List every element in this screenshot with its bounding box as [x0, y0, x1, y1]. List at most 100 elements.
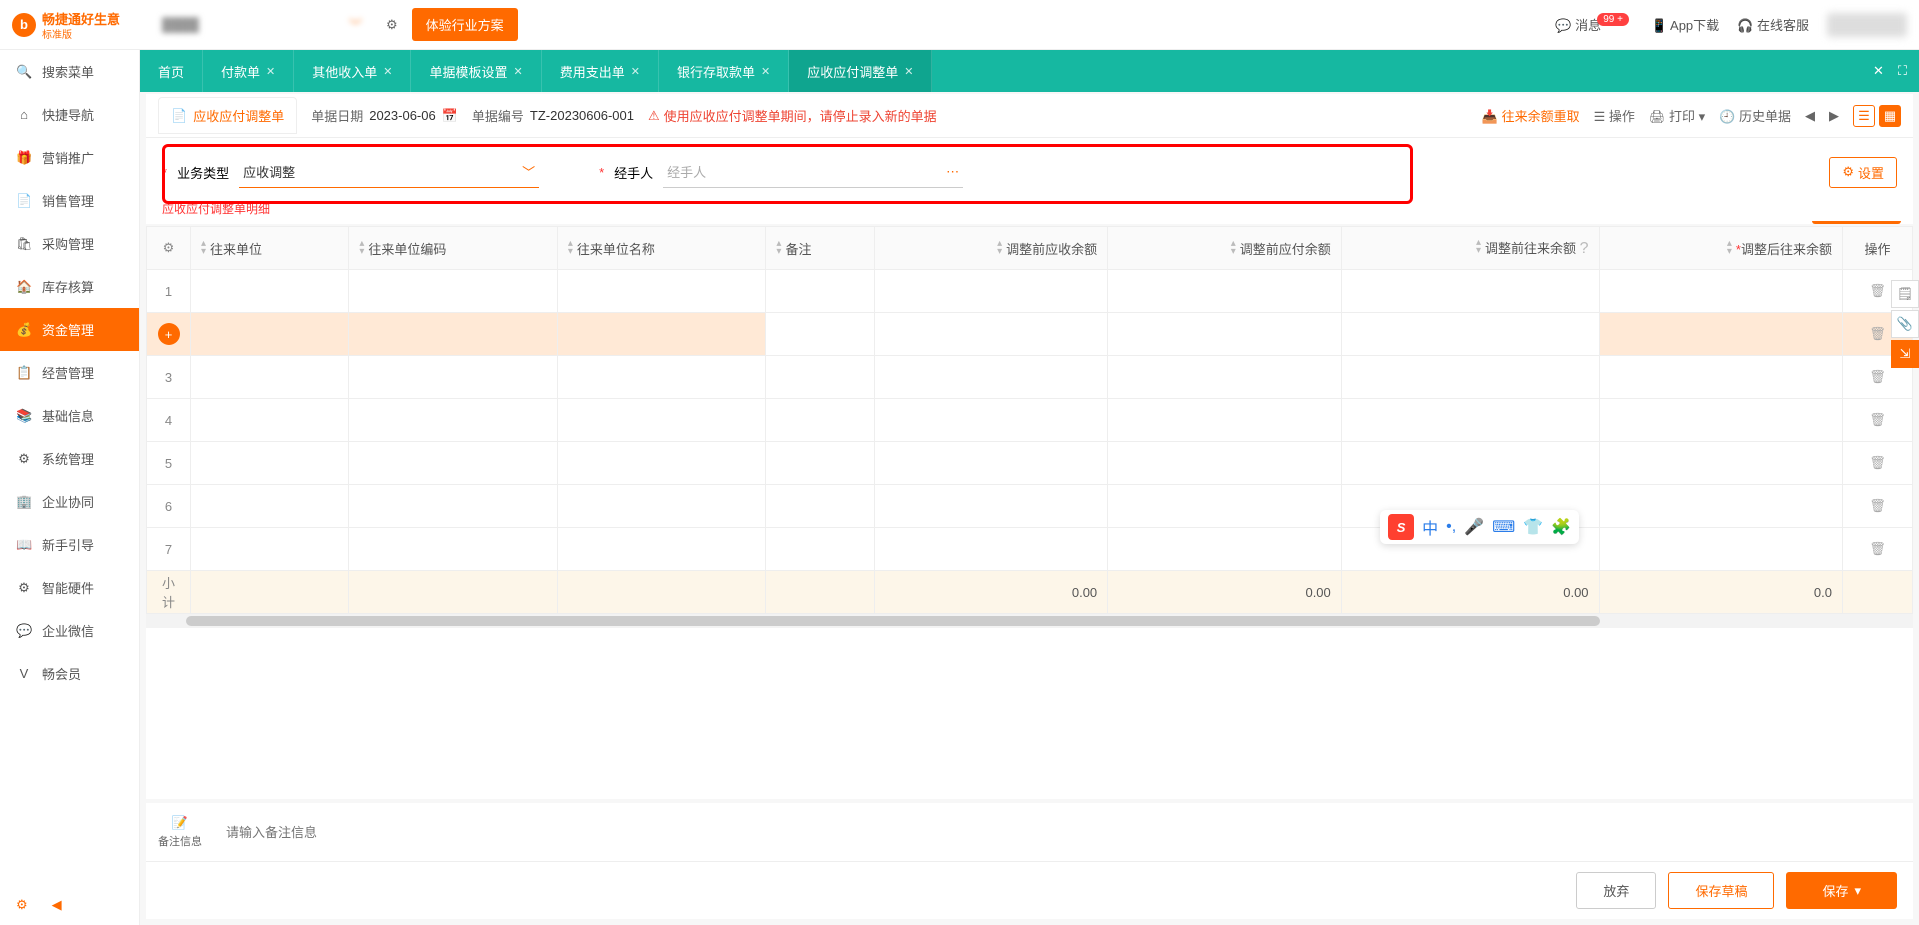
select-unit-button[interactable]: 选往来单位: [1812, 221, 1901, 224]
gear-icon[interactable]: ⚙: [386, 17, 398, 33]
sidebar-item-1[interactable]: ⌂快捷导航: [0, 93, 139, 136]
table-row[interactable]: 3🗑: [147, 356, 1913, 399]
try-industry-button[interactable]: 体验行业方案: [412, 8, 518, 41]
col-header-6[interactable]: ▴▾调整前往来余额 ?: [1341, 227, 1599, 270]
cell[interactable]: [1108, 313, 1342, 356]
print-dropdown[interactable]: 🖨 打印 ▾: [1649, 106, 1705, 125]
cell[interactable]: [349, 442, 558, 485]
cell[interactable]: [191, 399, 349, 442]
table-row[interactable]: 7🗑: [147, 528, 1913, 571]
help-icon[interactable]: ?: [1580, 240, 1589, 257]
table-row[interactable]: 1🗑: [147, 270, 1913, 313]
cell[interactable]: [766, 442, 874, 485]
ime-keyboard-icon[interactable]: ⌨: [1492, 517, 1515, 537]
cell[interactable]: [557, 356, 766, 399]
store-selector[interactable]: ████﹀: [152, 10, 372, 40]
delete-row-icon[interactable]: 🗑: [1843, 485, 1913, 528]
sidebar-item-9[interactable]: ⚙系统管理: [0, 437, 139, 480]
cell[interactable]: [766, 399, 874, 442]
collapse-icon[interactable]: ◀: [52, 897, 62, 913]
ime-mic-icon[interactable]: 🎤: [1464, 517, 1484, 537]
view-grid-icon[interactable]: ▦: [1879, 105, 1901, 127]
cell[interactable]: [191, 356, 349, 399]
expand-icon[interactable]: ⇲: [1891, 340, 1919, 368]
col-header-1[interactable]: ▴▾往来单位编码: [349, 227, 558, 270]
cell[interactable]: [557, 528, 766, 571]
cell[interactable]: [557, 270, 766, 313]
sort-icon[interactable]: ▴▾: [1727, 240, 1732, 256]
sidebar-item-3[interactable]: 📄销售管理: [0, 179, 139, 222]
delete-row-icon[interactable]: 🗑: [1843, 399, 1913, 442]
handler-input[interactable]: 经手人⋯: [663, 156, 963, 188]
online-service-link[interactable]: 🎧 在线客服: [1737, 15, 1809, 34]
tab-4[interactable]: 费用支出单✕: [542, 50, 659, 92]
note-icon[interactable]: 🗒: [1891, 280, 1919, 308]
cell[interactable]: [1599, 485, 1842, 528]
sidebar-item-8[interactable]: 📚基础信息: [0, 394, 139, 437]
sidebar-item-14[interactable]: V畅会员: [0, 652, 139, 695]
operations-dropdown[interactable]: ☰ 操作: [1594, 106, 1635, 125]
cell[interactable]: [191, 528, 349, 571]
sidebar-item-5[interactable]: 🏠库存核算: [0, 265, 139, 308]
cell[interactable]: [557, 399, 766, 442]
cell[interactable]: [874, 399, 1108, 442]
history-link[interactable]: 🕘 历史单据: [1719, 106, 1791, 125]
prev-icon[interactable]: ◀: [1805, 108, 1815, 124]
sort-icon[interactable]: ▴▾: [568, 240, 573, 256]
col-header-5[interactable]: ▴▾调整前应付余额: [1108, 227, 1342, 270]
tab-1[interactable]: 付款单✕: [203, 50, 294, 92]
tab-2[interactable]: 其他收入单✕: [294, 50, 411, 92]
tab-0[interactable]: 首页: [140, 50, 203, 92]
sort-icon[interactable]: ▴▾: [776, 240, 781, 256]
biz-type-select[interactable]: 应收调整﹀: [239, 156, 539, 188]
cell[interactable]: [349, 313, 558, 356]
settings-button[interactable]: ⚙ 设置: [1829, 157, 1897, 188]
close-icon[interactable]: ✕: [266, 65, 275, 78]
sidebar-item-0[interactable]: 🔍搜索菜单: [0, 50, 139, 93]
cell[interactable]: [766, 485, 874, 528]
cell[interactable]: [191, 313, 349, 356]
cell[interactable]: [1341, 270, 1599, 313]
horizontal-scrollbar[interactable]: [146, 614, 1913, 628]
cell[interactable]: [349, 485, 558, 528]
sidebar-item-2[interactable]: 🎁营销推广: [0, 136, 139, 179]
cell[interactable]: [191, 270, 349, 313]
cell[interactable]: [1599, 356, 1842, 399]
cell[interactable]: [349, 270, 558, 313]
cell[interactable]: [1599, 313, 1842, 356]
col-header-7[interactable]: ▴▾*调整后往来余额: [1599, 227, 1842, 270]
cell[interactable]: [766, 356, 874, 399]
sidebar-item-7[interactable]: 📋经营管理: [0, 351, 139, 394]
sidebar-item-12[interactable]: ⚙智能硬件: [0, 566, 139, 609]
app-download-link[interactable]: 📱 App下载: [1651, 15, 1719, 34]
close-all-icon[interactable]: ✕: [1873, 63, 1884, 79]
close-icon[interactable]: ✕: [514, 65, 523, 78]
doc-date[interactable]: 2023-06-06: [369, 108, 436, 123]
cell[interactable]: [557, 313, 766, 356]
ime-toolbox-icon[interactable]: 🧩: [1551, 517, 1571, 537]
delete-row-icon[interactable]: 🗑: [1843, 442, 1913, 485]
cell[interactable]: [874, 356, 1108, 399]
cell[interactable]: [1108, 270, 1342, 313]
fullscreen-icon[interactable]: ⛶: [1898, 63, 1907, 79]
cell[interactable]: [1341, 356, 1599, 399]
cell[interactable]: [1341, 313, 1599, 356]
more-icon[interactable]: ⋯: [946, 164, 959, 180]
sort-icon[interactable]: ▴▾: [359, 240, 364, 256]
tab-5[interactable]: 银行存取款单✕: [659, 50, 789, 92]
sidebar-item-6[interactable]: 💰资金管理: [0, 308, 139, 351]
cell[interactable]: [191, 442, 349, 485]
cell[interactable]: [1599, 442, 1842, 485]
cell[interactable]: [874, 485, 1108, 528]
table-row[interactable]: 5🗑: [147, 442, 1913, 485]
sort-icon[interactable]: ▴▾: [1231, 240, 1236, 256]
sidebar-item-4[interactable]: 🛍采购管理: [0, 222, 139, 265]
cell[interactable]: [557, 442, 766, 485]
cell[interactable]: [874, 313, 1108, 356]
col-header-3[interactable]: ▴▾备注: [766, 227, 874, 270]
cell[interactable]: [1341, 399, 1599, 442]
close-icon[interactable]: ✕: [383, 65, 392, 78]
ime-toolbar[interactable]: S 中 •, 🎤 ⌨ 👕 🧩: [1380, 510, 1579, 544]
tab-3[interactable]: 单据模板设置✕: [411, 50, 541, 92]
cell[interactable]: [1599, 399, 1842, 442]
